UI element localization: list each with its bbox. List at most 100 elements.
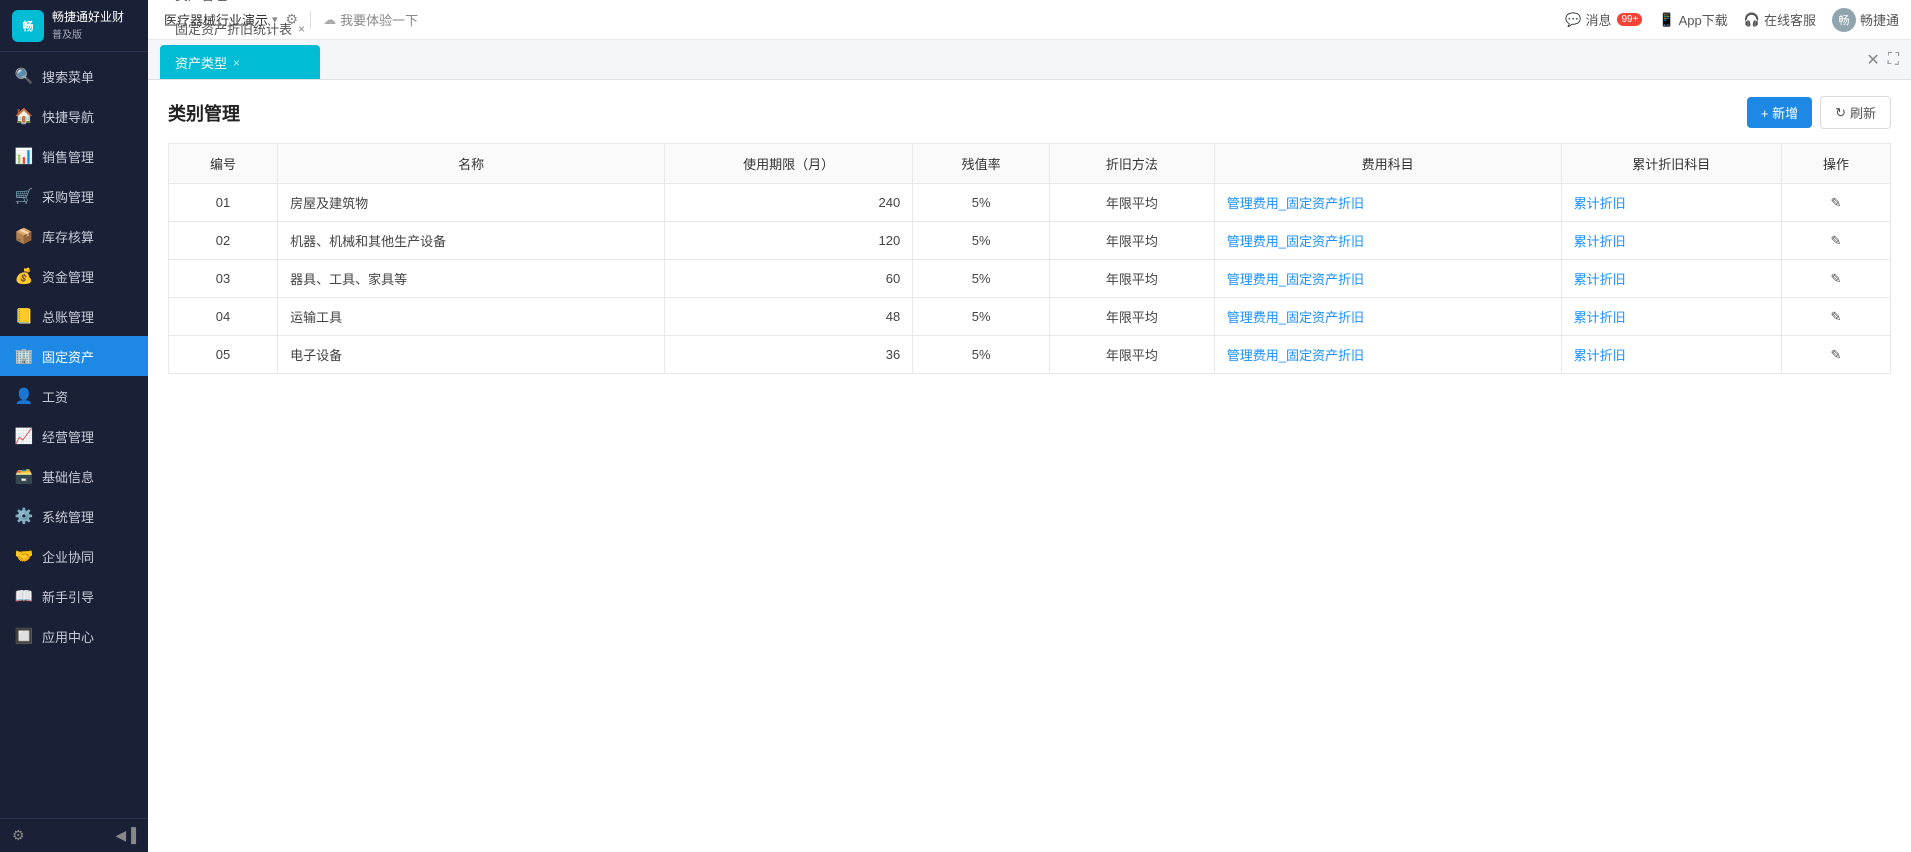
sidebar-label-search: 搜索菜单 — [42, 67, 94, 86]
table-cell: 管理费用_固定资产折旧 — [1214, 222, 1561, 260]
sidebar-item-fixed[interactable]: 🏢 固定资产 — [0, 336, 148, 376]
sidebar-item-collab[interactable]: 🤝 企业协同 — [0, 536, 148, 576]
sidebar-item-payroll[interactable]: 👤 工资 — [0, 376, 148, 416]
edit-action[interactable]: ✎ — [1781, 184, 1890, 222]
tab-3[interactable]: 资产类型 × — [160, 45, 320, 79]
sidebar-item-capital[interactable]: 💰 资金管理 — [0, 256, 148, 296]
tab-close-2[interactable]: × — [298, 22, 305, 36]
col-header: 累计折旧科目 — [1561, 144, 1781, 184]
sidebar-label-payroll: 工资 — [42, 387, 68, 406]
edit-icon-3[interactable]: ✎ — [1830, 309, 1841, 324]
sidebar-bottom: ⚙ ◀▐ — [0, 818, 148, 852]
sidebar-item-system[interactable]: ⚙️ 系统管理 — [0, 496, 148, 536]
sidebar-icon-stock: 📦 — [14, 226, 34, 246]
edit-action[interactable]: ✎ — [1781, 298, 1890, 336]
tab-label-3: 资产类型 — [175, 53, 227, 72]
tab-label-1: 资产管理 — [175, 0, 227, 4]
sidebar-item-apps[interactable]: 🔲 应用中心 — [0, 616, 148, 656]
username-label: 畅捷通 — [1860, 10, 1899, 29]
sidebar-item-sales[interactable]: 📊 销售管理 — [0, 136, 148, 176]
sidebar-item-stock[interactable]: 📦 库存核算 — [0, 216, 148, 256]
table-cell: 48 — [665, 298, 913, 336]
table-cell: 03 — [169, 260, 278, 298]
col-header: 名称 — [278, 144, 665, 184]
sidebar-label-system: 系统管理 — [42, 507, 94, 526]
message-icon: 💬 — [1565, 12, 1581, 28]
sidebar-item-quick[interactable]: 🏠 快捷导航 — [0, 96, 148, 136]
headset-icon: 🎧 — [1744, 12, 1760, 28]
app-download-button[interactable]: 📱 App下载 — [1658, 10, 1727, 29]
table-row: 01房屋及建筑物2405%年限平均管理费用_固定资产折旧累计折旧✎ — [169, 184, 1891, 222]
table-cell: 04 — [169, 298, 278, 336]
message-label: 消息 — [1585, 10, 1611, 29]
sidebar-icon-collab: 🤝 — [14, 546, 34, 566]
logo-text-block: 畅捷通好业财 普及版 — [52, 10, 124, 41]
refresh-button[interactable]: ↻ 刷新 — [1820, 96, 1891, 129]
app-download-label: App下载 — [1679, 10, 1728, 29]
collapse-icon[interactable]: ◀▐ — [115, 827, 136, 844]
sidebar-label-collab: 企业协同 — [42, 547, 94, 566]
tab-2[interactable]: 固定资产折旧统计表× — [160, 11, 320, 45]
sidebar-label-quick: 快捷导航 — [42, 107, 94, 126]
edit-action[interactable]: ✎ — [1781, 260, 1890, 298]
col-header: 费用科目 — [1214, 144, 1561, 184]
table-head: 编号名称使用期限（月）残值率折旧方法费用科目累计折旧科目操作 — [169, 144, 1891, 184]
sidebar-item-base[interactable]: 🗃️ 基础信息 — [0, 456, 148, 496]
sidebar-label-stock: 库存核算 — [42, 227, 94, 246]
sidebar-label-fixed: 固定资产 — [42, 347, 94, 366]
refresh-icon: ↻ — [1835, 105, 1846, 121]
table-cell: 5% — [913, 184, 1050, 222]
close-tab-icon[interactable]: ✕ — [1866, 50, 1879, 70]
sidebar-label-capital: 资金管理 — [42, 267, 94, 286]
category-table: 编号名称使用期限（月）残值率折旧方法费用科目累计折旧科目操作 01房屋及建筑物2… — [168, 143, 1891, 374]
sidebar-icon-guide: 📖 — [14, 586, 34, 606]
sidebar: 畅 畅捷通好业财 普及版 🔍 搜索菜单 🏠 快捷导航 📊 销售管理 🛒 采购管理… — [0, 0, 148, 852]
cloud-icon: ☁ — [323, 12, 336, 28]
sidebar-label-mgmt: 经营管理 — [42, 427, 94, 446]
table-cell: 5% — [913, 336, 1050, 374]
table-body: 01房屋及建筑物2405%年限平均管理费用_固定资产折旧累计折旧✎02机器、机械… — [169, 184, 1891, 374]
col-header: 操作 — [1781, 144, 1890, 184]
tab-close-3[interactable]: × — [233, 56, 240, 70]
sidebar-label-apps: 应用中心 — [42, 627, 94, 646]
tab-1[interactable]: 资产管理 × — [160, 0, 320, 11]
settings-icon[interactable]: ⚙ — [12, 827, 25, 844]
avatar: 畅 — [1832, 8, 1856, 32]
page-actions: + 新增 ↻ 刷新 — [1747, 96, 1891, 129]
table-cell: 累计折旧 — [1561, 260, 1781, 298]
edit-icon-0[interactable]: ✎ — [1830, 195, 1841, 210]
sidebar-nav: 🔍 搜索菜单 🏠 快捷导航 📊 销售管理 🛒 采购管理 📦 库存核算 💰 资金管… — [0, 52, 148, 818]
table-cell: 累计折旧 — [1561, 222, 1781, 260]
col-header: 折旧方法 — [1050, 144, 1215, 184]
sidebar-label-base: 基础信息 — [42, 467, 94, 486]
content-area: 类别管理 + 新增 ↻ 刷新 编号名称使用期限（月）残值率折旧方法费用科目累计折… — [148, 80, 1911, 852]
edit-icon-4[interactable]: ✎ — [1830, 347, 1841, 362]
sidebar-icon-capital: 💰 — [14, 266, 34, 286]
table-cell: 管理费用_固定资产折旧 — [1214, 298, 1561, 336]
edit-icon-2[interactable]: ✎ — [1830, 271, 1841, 286]
edit-icon-1[interactable]: ✎ — [1830, 233, 1841, 248]
message-button[interactable]: 💬 消息 99+ — [1565, 10, 1642, 29]
new-button[interactable]: + 新增 — [1747, 97, 1812, 128]
trial-button[interactable]: ☁ 我要体验一下 — [323, 10, 418, 29]
table-cell: 器具、工具、家具等 — [278, 260, 665, 298]
topbar: 医疗器械行业演示 ▾ ⚙ ☁ 我要体验一下 💬 消息 99+ 📱 App下载 🎧 — [148, 0, 1911, 40]
sidebar-logo: 畅 畅捷通好业财 普及版 — [0, 0, 148, 52]
expand-icon[interactable]: ⛶ — [1888, 51, 1899, 69]
table-row: 02机器、机械和其他生产设备1205%年限平均管理费用_固定资产折旧累计折旧✎ — [169, 222, 1891, 260]
user-menu[interactable]: 畅 畅捷通 — [1832, 8, 1899, 32]
tab-close-1[interactable]: × — [233, 0, 240, 2]
edit-action[interactable]: ✎ — [1781, 222, 1890, 260]
table-cell: 管理费用_固定资产折旧 — [1214, 260, 1561, 298]
sidebar-icon-sales: 📊 — [14, 146, 34, 166]
sidebar-item-ledger[interactable]: 📒 总账管理 — [0, 296, 148, 336]
tabs-bar: 首页资产管理×固定资产折旧统计表×资产类型× ✕ ⛶ — [148, 40, 1911, 80]
table-cell: 机器、机械和其他生产设备 — [278, 222, 665, 260]
col-header: 使用期限（月） — [665, 144, 913, 184]
sidebar-item-purchase[interactable]: 🛒 采购管理 — [0, 176, 148, 216]
sidebar-item-guide[interactable]: 📖 新手引导 — [0, 576, 148, 616]
sidebar-item-mgmt[interactable]: 📈 经营管理 — [0, 416, 148, 456]
edit-action[interactable]: ✎ — [1781, 336, 1890, 374]
online-service-button[interactable]: 🎧 在线客服 — [1744, 10, 1816, 29]
sidebar-item-search[interactable]: 🔍 搜索菜单 — [0, 56, 148, 96]
